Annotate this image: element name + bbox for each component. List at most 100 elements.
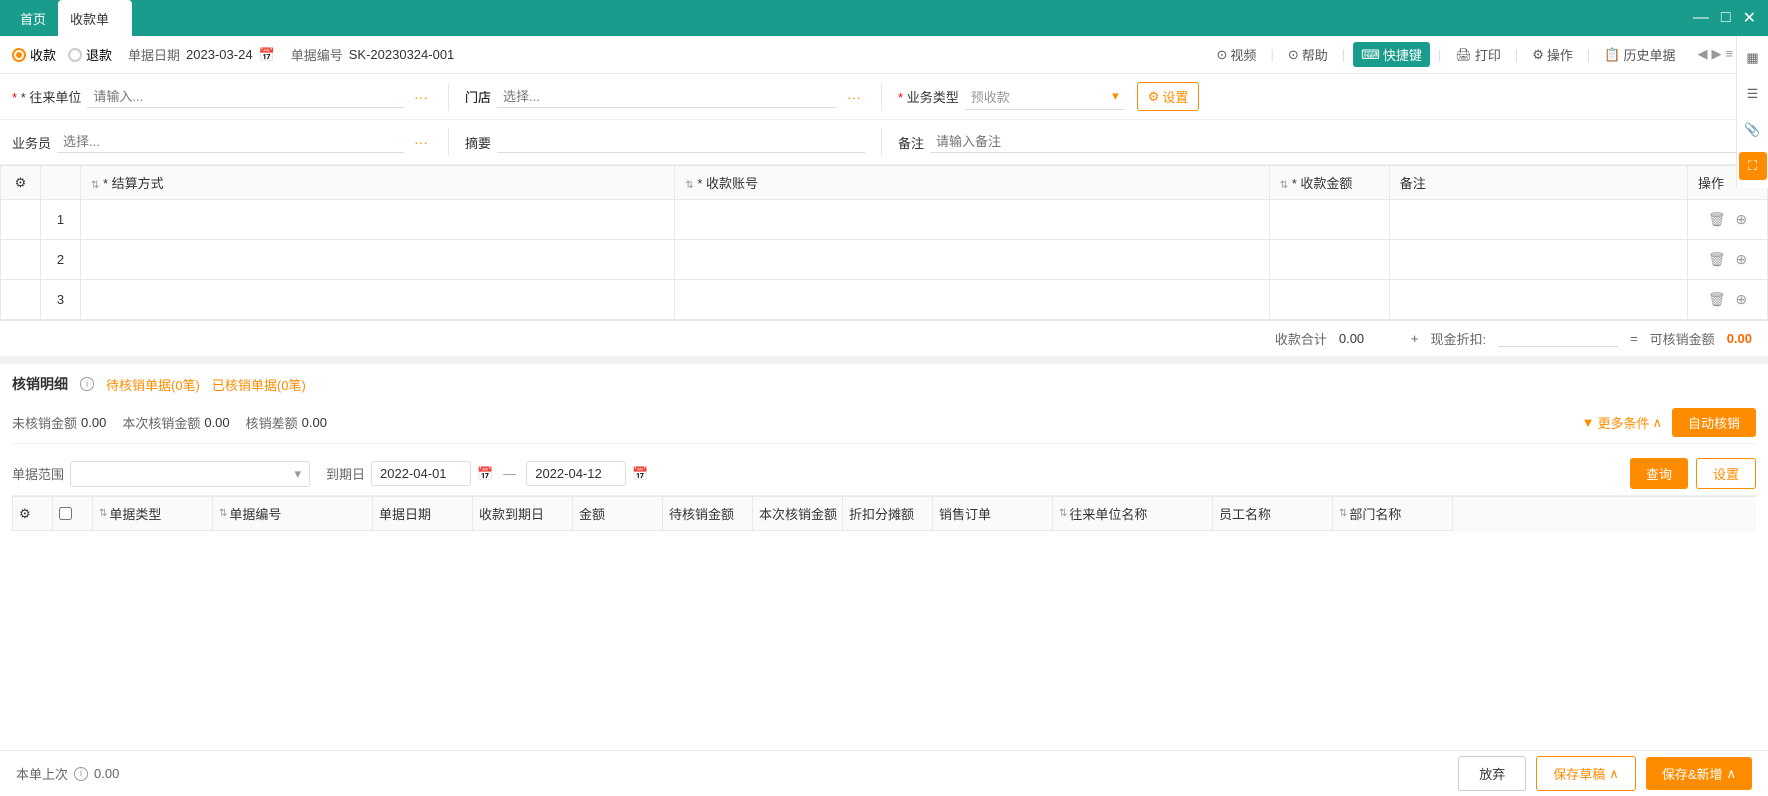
amount-cell-1[interactable] <box>1269 200 1389 240</box>
video-btn[interactable]: ⊙ 视频 <box>1211 43 1263 66</box>
more-filter-btn[interactable]: ▼ 更多条件 ∧ <box>1582 413 1662 432</box>
shop-field: 门店 ··· <box>465 86 865 108</box>
delete-row-1-icon[interactable]: 🗑 <box>1708 211 1726 227</box>
sidebar-table-icon[interactable]: ▦ <box>1739 44 1767 72</box>
history-btn[interactable]: 📋 历史单据 <box>1598 43 1681 66</box>
copy-row-1-icon[interactable]: ⊕ <box>1735 211 1747 227</box>
copy-row-2-icon[interactable]: ⊕ <box>1735 251 1747 267</box>
select-range-arrow: ▾ <box>294 466 301 482</box>
delete-row-3-icon[interactable]: 🗑 <box>1708 291 1726 307</box>
counterpart-input[interactable] <box>87 86 404 108</box>
staff-field: 业务员 ··· <box>12 131 432 153</box>
hexiao-header: 核销明细 i 待核销单据(0笔) 已核销单据(0笔) <box>12 374 1756 394</box>
auto-hexiao-btn[interactable]: 自动核销 <box>1672 408 1756 437</box>
amount-cell-3[interactable] <box>1269 280 1389 320</box>
total-value: 0.00 <box>1339 331 1399 346</box>
summary-row: 收款合计 0.00 + 现金折扣: = 可核销金额 0.00 <box>0 320 1768 356</box>
range-select[interactable]: ▾ <box>70 461 310 487</box>
equals-sign: = <box>1630 331 1638 346</box>
settlement-cell-3[interactable] <box>81 280 675 320</box>
prev-icon[interactable]: ◀ <box>1698 46 1708 64</box>
abandon-button[interactable]: 放弃 <box>1458 756 1526 791</box>
due-label: 到期日 <box>326 464 365 483</box>
maximize-icon[interactable]: □ <box>1717 9 1735 27</box>
account-cell-3[interactable] <box>675 280 1269 320</box>
counterpart-more-btn[interactable]: ··· <box>410 89 432 105</box>
biz-type-select[interactable]: 预收款 ▾ <box>965 84 1125 110</box>
close-tab-icon[interactable]: × <box>113 11 120 25</box>
nav-receipt[interactable]: 收款单 × <box>58 0 132 36</box>
note-input[interactable] <box>930 131 1756 153</box>
account-cell-1[interactable] <box>675 200 1269 240</box>
pending-tab[interactable]: 待核销单据(0笔) <box>106 375 200 394</box>
bth-checkbox[interactable] <box>53 497 93 531</box>
radio-refund-label: 退款 <box>86 45 112 64</box>
hexiao-info-icon[interactable]: i <box>80 377 94 391</box>
help-btn[interactable]: ⊙ 帮助 <box>1282 43 1334 66</box>
nav-home[interactable]: 首页 <box>8 0 58 36</box>
done-tab[interactable]: 已核销单据(0笔) <box>212 375 306 394</box>
sort-icon: ⇅ <box>1059 508 1067 519</box>
top-navigation: 首页 收款单 × — □ ✕ <box>0 0 1768 36</box>
save-new-button[interactable]: 保存&新增 ∧ <box>1646 757 1752 790</box>
bth-sales-order: 销售订单 <box>933 497 1053 531</box>
discount-input[interactable] <box>1498 331 1618 347</box>
current-info-icon[interactable]: i <box>74 767 88 781</box>
radio-receipt[interactable]: 收款 <box>12 45 56 64</box>
staff-input[interactable] <box>57 131 404 153</box>
minimize-icon[interactable]: — <box>1689 9 1713 27</box>
sidebar-attachment-icon[interactable]: 📎 <box>1739 116 1767 144</box>
radio-refund[interactable]: 退款 <box>68 45 112 64</box>
select-all-checkbox[interactable] <box>59 507 72 520</box>
note-cell-2[interactable] <box>1389 240 1687 280</box>
summary-input[interactable] <box>497 131 865 153</box>
settings-button[interactable]: ⚙ 设置 <box>1137 82 1200 111</box>
delete-row-2-icon[interactable]: 🗑 <box>1708 251 1726 267</box>
table-settings-header[interactable]: ⚙ <box>1 166 41 200</box>
sidebar-fullscreen-icon[interactable]: ⛶ <box>1739 152 1767 180</box>
list-view-icon[interactable]: ≡ <box>1726 46 1734 64</box>
sort-icon: ⇅ <box>219 508 227 519</box>
bth-settings[interactable]: ⚙ <box>13 497 53 531</box>
note-cell-3[interactable] <box>1389 280 1687 320</box>
operation-btn[interactable]: ⚙ 操作 <box>1526 43 1579 66</box>
next-icon[interactable]: ▶ <box>1712 46 1722 64</box>
keyboard-icon: ⌨ <box>1361 47 1380 63</box>
bth-counterpart: ⇅ 往来单位名称 <box>1053 497 1213 531</box>
gear-icon: ⚙ <box>1148 89 1160 105</box>
shortcut-btn[interactable]: ⌨ 快捷键 <box>1353 42 1430 67</box>
sort-icon-settlement: ⇅ <box>91 180 99 191</box>
bth-settings-icon: ⚙ <box>19 506 31 522</box>
shop-label: 门店 <box>465 87 491 106</box>
hexiao-stats: 未核销金额 0.00 本次核销金额 0.00 核销差额 0.00 ▼ 更多条件 … <box>12 402 1756 444</box>
shop-input[interactable] <box>497 86 837 108</box>
close-window-icon[interactable]: ✕ <box>1739 8 1760 28</box>
amount-cell-2[interactable] <box>1269 240 1389 280</box>
hexiao-title: 核销明细 <box>12 374 68 394</box>
sort-icon-account: ⇅ <box>685 180 693 191</box>
due-date-to-input[interactable] <box>526 461 626 486</box>
video-icon: ⊙ <box>1217 47 1228 63</box>
counterpart-label: * * 往来单位 <box>12 87 81 106</box>
toolbar-right: ⊙ 视频 | ⊙ 帮助 | ⌨ 快捷键 | 🖨 打印 | ⚙ 操作 <box>1211 42 1756 67</box>
account-cell-2[interactable] <box>675 240 1269 280</box>
bth-amount: 金额 <box>573 497 663 531</box>
note-cell-1[interactable] <box>1389 200 1687 240</box>
query-btn[interactable]: 查询 <box>1630 458 1688 489</box>
copy-row-3-icon[interactable]: ⊕ <box>1735 291 1747 307</box>
hexiao-settings-btn[interactable]: 设置 <box>1696 458 1756 489</box>
print-btn[interactable]: 🖨 打印 <box>1449 43 1507 66</box>
shop-more-btn[interactable]: ··· <box>843 89 865 105</box>
due-date-from-input[interactable] <box>371 461 471 486</box>
table-row: 3 🗑 ⊕ <box>1 280 1768 320</box>
footer-right: 放弃 保存草稿 ∧ 保存&新增 ∧ <box>1458 756 1752 791</box>
calendar-icon[interactable]: 📅 <box>259 47 275 63</box>
settlement-cell-1[interactable] <box>81 200 675 240</box>
staff-more-btn[interactable]: ··· <box>410 134 432 150</box>
note-field: 备注 <box>898 131 1756 153</box>
save-draft-button[interactable]: 保存草稿 ∧ <box>1536 756 1636 791</box>
calendar-to-icon[interactable]: 📅 <box>632 466 648 482</box>
calendar-from-icon[interactable]: 📅 <box>477 466 493 482</box>
sidebar-list-icon[interactable]: ☰ <box>1739 80 1767 108</box>
settlement-cell-2[interactable] <box>81 240 675 280</box>
